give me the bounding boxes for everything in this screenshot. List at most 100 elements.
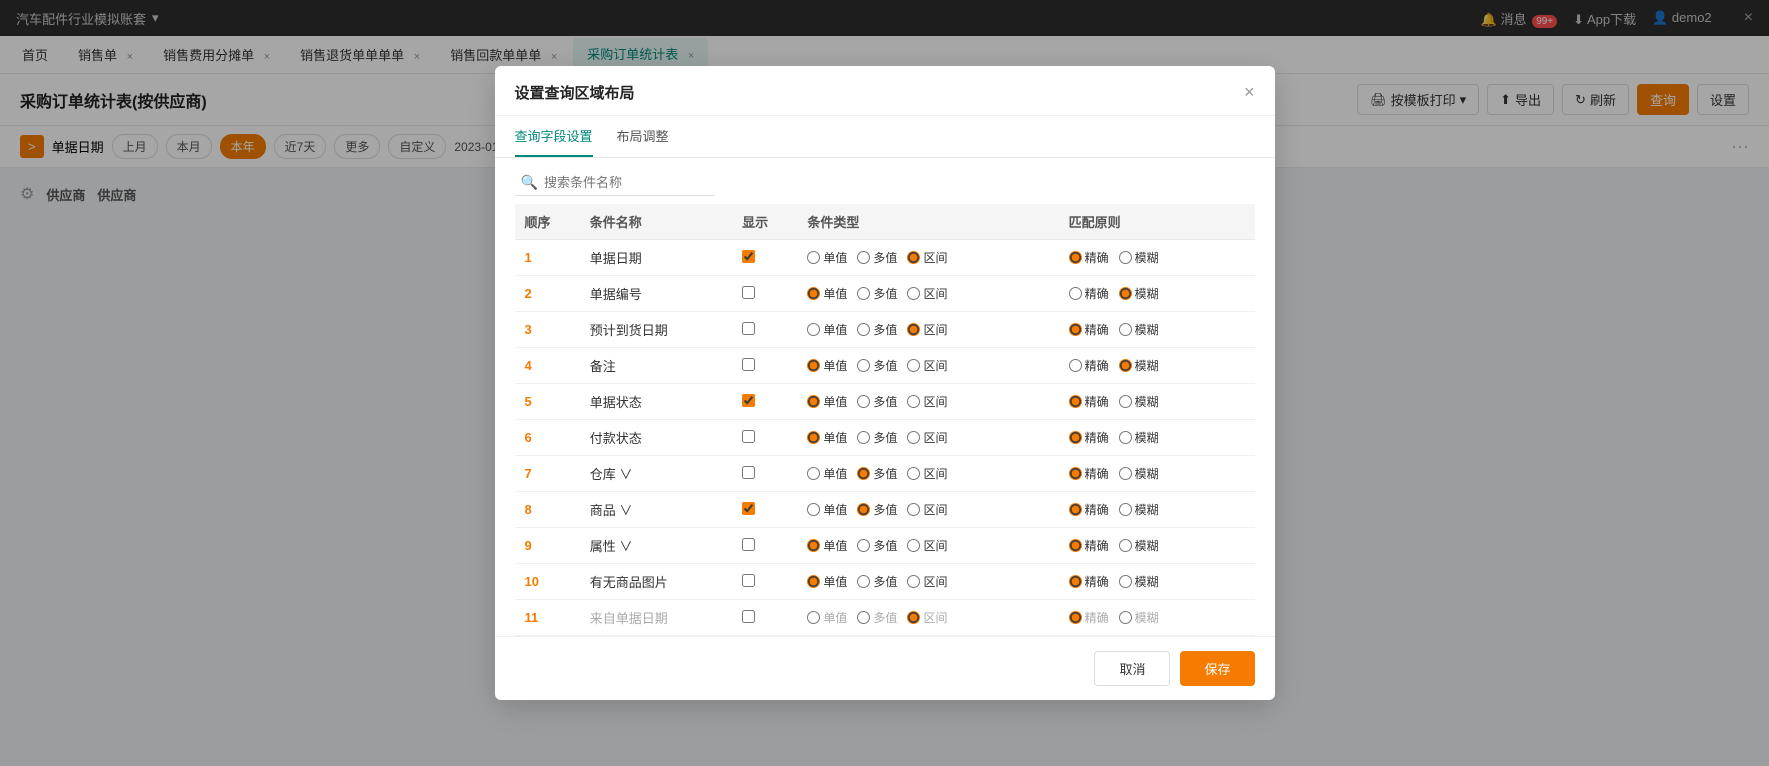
type-option-label[interactable]: 单值 [807,429,847,446]
type-radio[interactable] [807,611,820,624]
match-radio[interactable] [1069,287,1082,300]
match-option-label[interactable]: 模糊 [1119,321,1159,338]
display-checkbox[interactable] [742,466,755,479]
type-option-label[interactable]: 多值 [857,249,897,266]
display-checkbox[interactable] [742,322,755,335]
match-radio[interactable] [1069,251,1082,264]
type-option-label[interactable]: 区间 [907,429,947,446]
match-option-label[interactable]: 模糊 [1119,429,1159,446]
display-checkbox[interactable] [742,502,755,515]
type-radio[interactable] [857,611,870,624]
match-option-label[interactable]: 精确 [1069,249,1109,266]
display-checkbox[interactable] [742,250,755,263]
match-radio[interactable] [1119,395,1132,408]
type-radio[interactable] [807,359,820,372]
match-radio[interactable] [1119,539,1132,552]
match-option-label[interactable]: 精确 [1069,321,1109,338]
type-radio[interactable] [857,503,870,516]
match-radio[interactable] [1119,503,1132,516]
type-radio[interactable] [907,395,920,408]
match-option-label[interactable]: 模糊 [1119,393,1159,410]
tab-layout-adjust[interactable]: 布局调整 [617,116,669,157]
type-option-label[interactable]: 区间 [907,357,947,374]
match-option-label[interactable]: 精确 [1069,393,1109,410]
type-option-label[interactable]: 多值 [857,537,897,554]
match-radio[interactable] [1069,431,1082,444]
type-option-label[interactable]: 区间 [907,285,947,302]
type-radio[interactable] [807,431,820,444]
type-radio[interactable] [807,503,820,516]
type-radio[interactable] [907,467,920,480]
match-radio[interactable] [1069,359,1082,372]
type-option-label[interactable]: 单值 [807,609,847,626]
modal-close-button[interactable]: × [1244,82,1255,103]
match-radio[interactable] [1069,395,1082,408]
type-option-label[interactable]: 区间 [907,465,947,482]
save-button[interactable]: 保存 [1180,651,1254,686]
type-radio[interactable] [907,359,920,372]
match-radio[interactable] [1119,575,1132,588]
display-checkbox[interactable] [742,574,755,587]
type-option-label[interactable]: 区间 [907,321,947,338]
type-option-label[interactable]: 单值 [807,537,847,554]
type-radio[interactable] [857,251,870,264]
type-radio[interactable] [857,431,870,444]
match-option-label[interactable]: 精确 [1069,285,1109,302]
type-radio[interactable] [807,395,820,408]
type-radio[interactable] [857,575,870,588]
type-option-label[interactable]: 多值 [857,393,897,410]
match-radio[interactable] [1069,575,1082,588]
display-checkbox[interactable] [742,358,755,371]
type-option-label[interactable]: 多值 [857,429,897,446]
match-option-label[interactable]: 模糊 [1119,501,1159,518]
type-radio[interactable] [907,251,920,264]
match-option-label[interactable]: 模糊 [1119,249,1159,266]
match-radio[interactable] [1119,287,1132,300]
match-option-label[interactable]: 精确 [1069,537,1109,554]
type-radio[interactable] [857,323,870,336]
type-option-label[interactable]: 区间 [907,249,947,266]
match-option-label[interactable]: 模糊 [1119,465,1159,482]
tab-query-fields[interactable]: 查询字段设置 [515,116,593,157]
type-option-label[interactable]: 区间 [907,537,947,554]
display-checkbox[interactable] [742,286,755,299]
match-option-label[interactable]: 精确 [1069,501,1109,518]
cancel-button[interactable]: 取消 [1094,651,1170,686]
type-radio[interactable] [907,503,920,516]
type-option-label[interactable]: 区间 [907,573,947,590]
display-checkbox[interactable] [742,538,755,551]
type-radio[interactable] [907,575,920,588]
type-radio[interactable] [857,287,870,300]
type-radio[interactable] [907,323,920,336]
type-radio[interactable] [857,539,870,552]
match-radio[interactable] [1069,539,1082,552]
display-checkbox[interactable] [742,610,755,623]
type-option-label[interactable]: 多值 [857,501,897,518]
type-option-label[interactable]: 单值 [807,285,847,302]
match-option-label[interactable]: 模糊 [1119,285,1159,302]
type-radio[interactable] [907,539,920,552]
type-option-label[interactable]: 区间 [907,609,947,626]
type-option-label[interactable]: 多值 [857,321,897,338]
type-radio[interactable] [907,431,920,444]
match-radio[interactable] [1119,431,1132,444]
type-radio[interactable] [857,359,870,372]
type-radio[interactable] [807,575,820,588]
type-option-label[interactable]: 单值 [807,249,847,266]
type-option-label[interactable]: 单值 [807,357,847,374]
type-option-label[interactable]: 多值 [857,285,897,302]
type-option-label[interactable]: 多值 [857,357,897,374]
match-radio[interactable] [1069,611,1082,624]
match-option-label[interactable]: 模糊 [1119,537,1159,554]
type-radio[interactable] [907,611,920,624]
type-option-label[interactable]: 单值 [807,393,847,410]
type-radio[interactable] [807,467,820,480]
type-radio[interactable] [907,287,920,300]
match-option-label[interactable]: 精确 [1069,429,1109,446]
match-radio[interactable] [1119,359,1132,372]
match-radio[interactable] [1119,467,1132,480]
type-option-label[interactable]: 单值 [807,501,847,518]
type-option-label[interactable]: 单值 [807,321,847,338]
type-radio[interactable] [857,395,870,408]
match-option-label[interactable]: 精确 [1069,573,1109,590]
